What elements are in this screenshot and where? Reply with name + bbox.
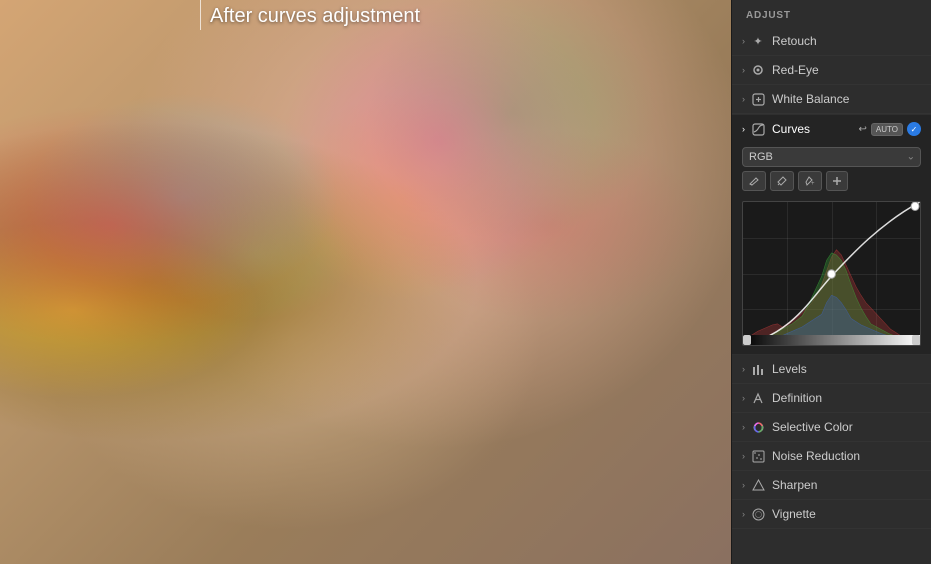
svg-text:+: + bbox=[811, 181, 815, 186]
red-eye-label: Red-Eye bbox=[772, 63, 921, 77]
sharpen-label: Sharpen bbox=[772, 478, 921, 492]
annotation-text: After curves adjustment bbox=[210, 5, 420, 28]
photo-background bbox=[0, 0, 731, 564]
pencil-tool-button[interactable] bbox=[742, 171, 766, 191]
chevron-icon: › bbox=[742, 65, 745, 75]
chevron-icon: › bbox=[742, 36, 745, 46]
slider-handle-left[interactable] bbox=[743, 335, 751, 345]
annotation-line bbox=[200, 0, 201, 30]
adjust-item-selective-color[interactable]: › Selective Color bbox=[732, 413, 931, 442]
adjust-item-sharpen[interactable]: › Sharpen bbox=[732, 471, 931, 500]
adjust-item-retouch[interactable]: › ✦ Retouch bbox=[732, 27, 931, 56]
chevron-icon: › bbox=[742, 124, 745, 134]
selective-color-label: Selective Color bbox=[772, 420, 921, 434]
add-point-button[interactable] bbox=[826, 171, 848, 191]
chart-slider bbox=[743, 335, 920, 345]
retouch-label: Retouch bbox=[772, 34, 921, 48]
chevron-icon: › bbox=[742, 364, 745, 374]
vignette-icon bbox=[750, 506, 766, 522]
adjust-item-definition[interactable]: › Definition bbox=[732, 384, 931, 413]
confirm-button[interactable]: ✓ bbox=[907, 122, 921, 136]
auto-button[interactable]: AUTO bbox=[871, 123, 903, 136]
chevron-icon: › bbox=[742, 393, 745, 403]
adjust-item-red-eye[interactable]: › Red-Eye bbox=[732, 56, 931, 85]
photo-overlay bbox=[0, 0, 731, 564]
sharpen-icon bbox=[750, 477, 766, 493]
chevron-icon: › bbox=[742, 451, 745, 461]
chevron-icon: › bbox=[742, 480, 745, 490]
curves-header[interactable]: › Curves ↩ AUTO ✓ bbox=[732, 115, 931, 143]
panel-header: ADJUST bbox=[732, 0, 931, 27]
noise-reduction-icon bbox=[750, 448, 766, 464]
curves-controls: RGBRedGreenBlueLuminance + bbox=[732, 143, 931, 199]
photo-canvas: After curves adjustment bbox=[0, 0, 731, 564]
eyedropper-tool-button[interactable] bbox=[770, 171, 794, 191]
curves-label: Curves bbox=[772, 122, 859, 136]
noise-reduction-label: Noise Reduction bbox=[772, 449, 921, 463]
curves-actions: ↩ AUTO ✓ bbox=[859, 122, 921, 136]
adjust-item-vignette[interactable]: › Vignette bbox=[732, 500, 931, 529]
adjust-list: › ✦ Retouch › Red-Eye › White Balance › bbox=[732, 27, 931, 564]
chevron-icon: › bbox=[742, 422, 745, 432]
levels-icon bbox=[750, 361, 766, 377]
slider-handle-right[interactable] bbox=[912, 335, 920, 345]
adjust-item-white-balance[interactable]: › White Balance bbox=[732, 85, 931, 114]
adjust-item-levels[interactable]: › Levels bbox=[732, 355, 931, 384]
eyedropper-plus-tool-button[interactable]: + bbox=[798, 171, 822, 191]
levels-label: Levels bbox=[772, 362, 921, 376]
curves-icon bbox=[750, 121, 766, 137]
white-balance-label: White Balance bbox=[772, 92, 921, 106]
adjust-panel: ADJUST › ✦ Retouch › Red-Eye › White Bal… bbox=[731, 0, 931, 564]
channel-select[interactable]: RGBRedGreenBlueLuminance bbox=[742, 147, 921, 167]
selective-color-icon bbox=[750, 419, 766, 435]
curves-chart[interactable] bbox=[742, 201, 921, 346]
channel-select-wrapper[interactable]: RGBRedGreenBlueLuminance bbox=[742, 147, 921, 167]
chevron-icon: › bbox=[742, 94, 745, 104]
definition-icon bbox=[750, 390, 766, 406]
white-balance-icon bbox=[750, 91, 766, 107]
tool-row: + bbox=[742, 167, 921, 195]
definition-label: Definition bbox=[772, 391, 921, 405]
curves-section: › Curves ↩ AUTO ✓ RGBRedGreenBlueLuminan… bbox=[732, 114, 931, 355]
undo-button[interactable]: ↩ bbox=[859, 124, 867, 135]
adjust-item-noise-reduction[interactable]: › Noise Reduction bbox=[732, 442, 931, 471]
red-eye-icon bbox=[750, 62, 766, 78]
chevron-icon: › bbox=[742, 509, 745, 519]
retouch-icon: ✦ bbox=[750, 33, 766, 49]
curve-svg bbox=[743, 202, 920, 345]
vignette-label: Vignette bbox=[772, 507, 921, 521]
